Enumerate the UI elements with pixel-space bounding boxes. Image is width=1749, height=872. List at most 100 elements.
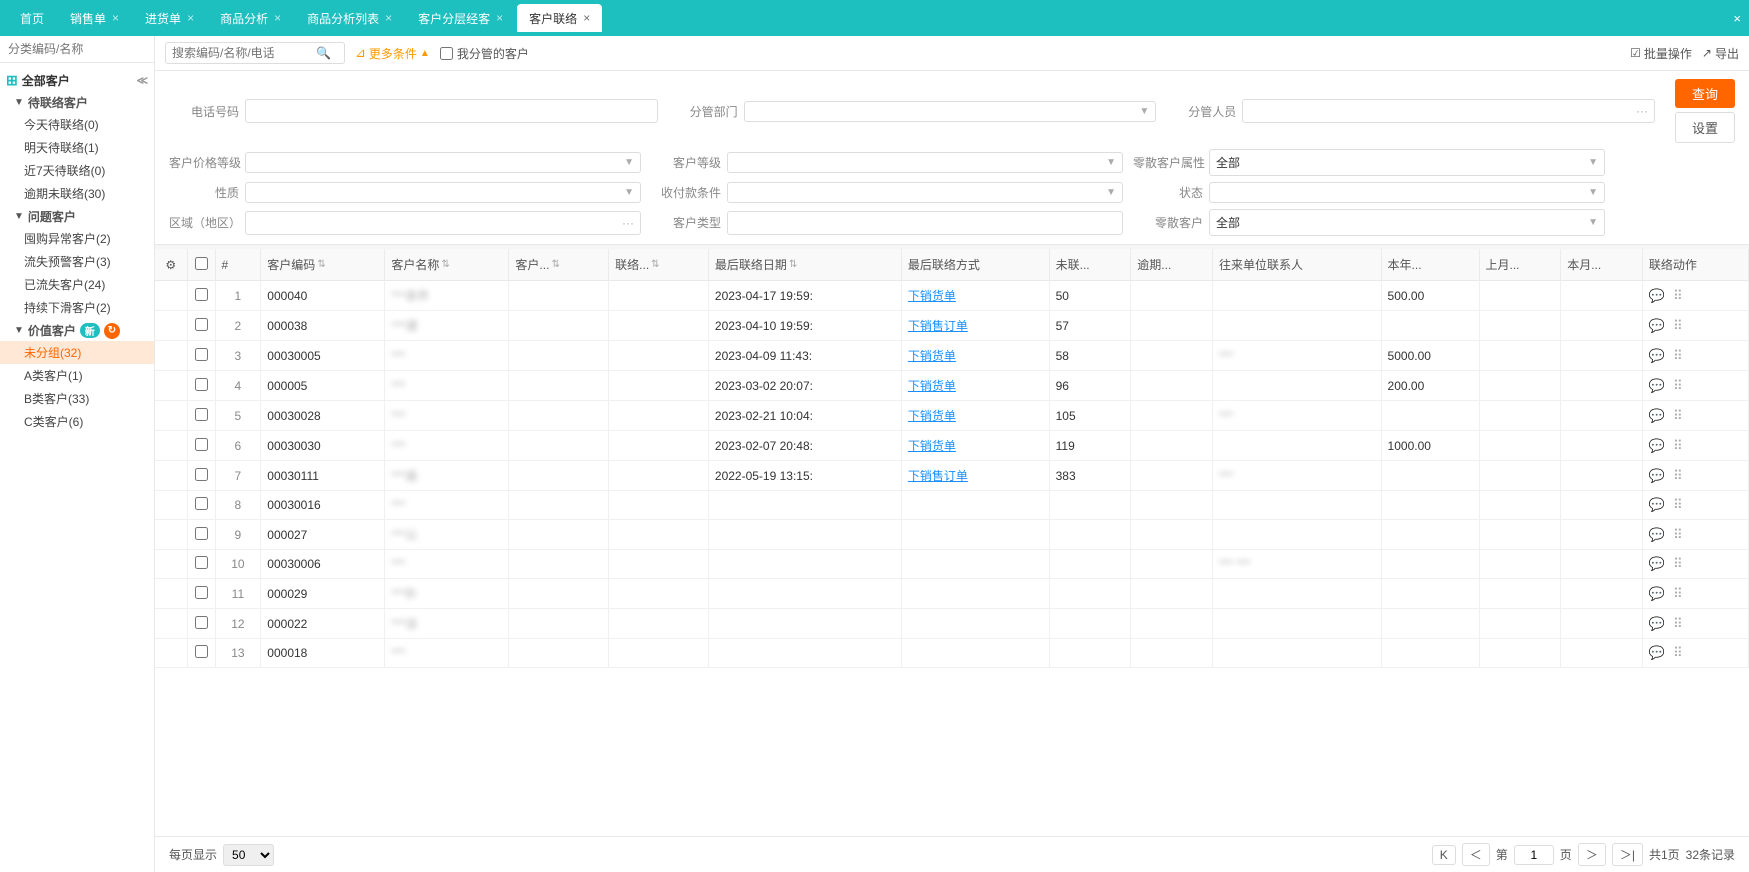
sidebar-item-decline[interactable]: 持续下滑客户(2) [0, 296, 154, 319]
row-checkbox[interactable] [195, 318, 208, 331]
sidebar-group-value[interactable]: ▼ 价值客户 新 ↻ [0, 319, 154, 341]
sidebar-item-today[interactable]: 今天待联络(0) [0, 113, 154, 136]
cell-check[interactable] [187, 550, 215, 579]
row-checkbox[interactable] [195, 288, 208, 301]
cell-last-contact-type[interactable]: 下销售订单 [901, 461, 1049, 491]
batch-operations-button[interactable]: ☑ 批量操作 [1630, 45, 1692, 62]
filter-search-input[interactable] [172, 46, 312, 60]
filter-search-icon[interactable]: 🔍 [316, 46, 331, 60]
action-message-icon[interactable]: 💬 [1649, 497, 1665, 513]
export-button[interactable]: ↗ 导出 [1702, 45, 1739, 62]
cell-last-contact-type[interactable]: 下销售订单 [901, 311, 1049, 341]
row-checkbox[interactable] [195, 348, 208, 361]
tab-sales[interactable]: 销售单 × [58, 4, 131, 32]
contact-type-link[interactable]: 下销货单 [908, 409, 956, 423]
action-more-icon[interactable]: ⠿ [1673, 616, 1683, 632]
cell-check[interactable] [187, 281, 215, 311]
cell-check[interactable] [187, 311, 215, 341]
contact-type-link[interactable]: 下销货单 [908, 349, 956, 363]
sidebar-item-lost[interactable]: 已流失客户(24) [0, 273, 154, 296]
tab-purchase-close[interactable]: × [187, 11, 194, 25]
select-all-checkbox[interactable] [195, 257, 208, 270]
action-more-icon[interactable]: ⠿ [1673, 586, 1683, 602]
cell-check[interactable] [187, 461, 215, 491]
th-code[interactable]: 客户编码⇅ [261, 249, 385, 281]
nature-select[interactable]: ▼ [245, 182, 641, 203]
action-message-icon[interactable]: 💬 [1649, 468, 1665, 484]
action-more-icon[interactable]: ⠿ [1673, 318, 1683, 334]
my-customers-checkbox[interactable]: 我分管的客户 [440, 45, 529, 62]
last-page-button[interactable]: ＞| [1612, 843, 1643, 866]
action-message-icon[interactable]: 💬 [1649, 288, 1665, 304]
sidebar-item-churn-warn[interactable]: 流失预警客户(3) [0, 250, 154, 273]
tab-customer-contact[interactable]: 客户联络 × [517, 4, 602, 32]
action-message-icon[interactable]: 💬 [1649, 438, 1665, 454]
retail-attr-select[interactable]: 全部 ▼ [1209, 149, 1605, 176]
th-last-month[interactable]: 上月... [1479, 249, 1561, 281]
reset-button[interactable]: 设置 [1675, 112, 1735, 143]
contact-type-link[interactable]: 下销货单 [908, 439, 956, 453]
th-company-contact[interactable]: 往来单位联系人 [1212, 249, 1381, 281]
tab-customer-tier-close[interactable]: × [496, 11, 503, 25]
th-last-contact-date[interactable]: 最后联络日期⇅ [708, 249, 901, 281]
cell-check[interactable] [187, 609, 215, 639]
tab-purchase[interactable]: 进货单 × [133, 4, 206, 32]
contact-type-link[interactable]: 下销货单 [908, 289, 956, 303]
action-more-icon[interactable]: ⠿ [1673, 348, 1683, 364]
cell-last-contact-type[interactable]: 下销货单 [901, 401, 1049, 431]
cell-last-contact-type[interactable]: 下销货单 [901, 281, 1049, 311]
query-button[interactable]: 查询 [1675, 79, 1735, 108]
customer-type-input[interactable] [727, 211, 1123, 235]
sidebar-group-pending[interactable]: ▼ 待联络客户 [0, 91, 154, 113]
row-checkbox[interactable] [195, 378, 208, 391]
payment-select[interactable]: ▼ [727, 182, 1123, 203]
phone-input[interactable] [245, 99, 658, 123]
prev-page-button[interactable]: ＜ [1462, 843, 1490, 866]
tab-customer-tier[interactable]: 客户分层经客 × [406, 4, 515, 32]
action-more-icon[interactable]: ⠿ [1673, 378, 1683, 394]
sidebar-item-unclassified[interactable]: 未分组(32) [0, 341, 154, 364]
action-message-icon[interactable]: 💬 [1649, 556, 1665, 572]
my-customers-check[interactable] [440, 47, 453, 60]
th-this-year[interactable]: 本年... [1381, 249, 1479, 281]
row-checkbox[interactable] [195, 616, 208, 629]
th-contact[interactable]: 联络...⇅ [609, 249, 709, 281]
action-more-icon[interactable]: ⠿ [1673, 408, 1683, 424]
filter-search-box[interactable]: 🔍 [165, 42, 345, 64]
tab-product-list-close[interactable]: × [385, 11, 392, 25]
action-more-icon[interactable]: ⠿ [1673, 527, 1683, 543]
cell-check[interactable] [187, 401, 215, 431]
cell-last-contact-type[interactable]: 下销货单 [901, 341, 1049, 371]
action-more-icon[interactable]: ⠿ [1673, 468, 1683, 484]
cell-last-contact-type[interactable]: 下销货单 [901, 371, 1049, 401]
action-message-icon[interactable]: 💬 [1649, 645, 1665, 661]
th-this-month[interactable]: 本月... [1561, 249, 1643, 281]
action-message-icon[interactable]: 💬 [1649, 586, 1665, 602]
close-all-tabs[interactable]: × [1733, 11, 1741, 26]
sidebar-search-bar[interactable]: 🔍 [0, 36, 154, 63]
th-name[interactable]: 客户名称⇅ [385, 249, 509, 281]
tab-home[interactable]: 首页 [8, 4, 56, 32]
status-select[interactable]: ▼ [1209, 182, 1605, 203]
region-input[interactable]: ··· [245, 211, 641, 235]
contact-type-link[interactable]: 下销货单 [908, 379, 956, 393]
th-overdue[interactable]: 逾期... [1131, 249, 1213, 281]
tab-product-analysis-close[interactable]: × [274, 11, 281, 25]
next-page-button[interactable]: ＞ [1578, 843, 1606, 866]
sidebar-all-customers[interactable]: ⊞ 全部客户 ≪ [0, 67, 154, 91]
cell-check[interactable] [187, 520, 215, 550]
action-message-icon[interactable]: 💬 [1649, 378, 1665, 394]
th-no-contact[interactable]: 未联... [1049, 249, 1131, 281]
cell-check[interactable] [187, 639, 215, 668]
tab-customer-contact-close[interactable]: × [583, 11, 590, 25]
row-checkbox[interactable] [195, 408, 208, 421]
tab-product-analysis[interactable]: 商品分析 × [208, 4, 293, 32]
action-more-icon[interactable]: ⠿ [1673, 497, 1683, 513]
first-page-button[interactable]: K [1432, 845, 1456, 865]
row-checkbox[interactable] [195, 468, 208, 481]
sidebar-item-class-c[interactable]: C类客户(6) [0, 410, 154, 433]
action-more-icon[interactable]: ⠿ [1673, 645, 1683, 661]
sidebar-search-input[interactable] [8, 42, 155, 56]
contact-type-link[interactable]: 下销售订单 [908, 469, 968, 483]
cell-check[interactable] [187, 491, 215, 520]
